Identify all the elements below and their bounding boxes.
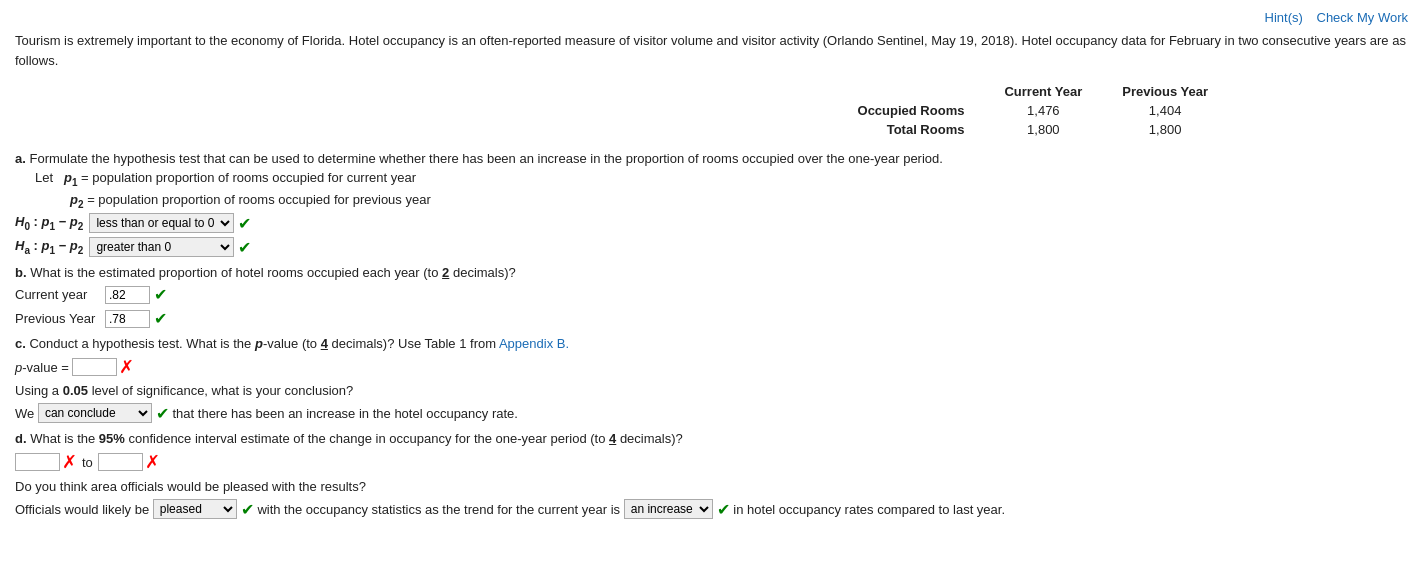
hotel-data-table: Current Year Previous Year Occupied Room… <box>838 82 1228 139</box>
part-c-label: c. <box>15 336 26 351</box>
previous-year-header: Previous Year <box>1102 82 1228 101</box>
h0-math: H0 : p1 − p2 <box>15 214 83 232</box>
part-d-text: What is the 95% confidence interval esti… <box>30 431 683 446</box>
ha-check-icon: ✔ <box>238 238 251 257</box>
pvalue-row: p-value = ✗ <box>15 356 1408 378</box>
pvalue-label: p-value = <box>15 360 72 375</box>
officials-dropdown[interactable]: pleased displeased <box>153 499 237 519</box>
part-b-text: What is the estimated proportion of hote… <box>30 265 516 280</box>
occupied-current: 1,476 <box>984 101 1102 120</box>
intro-paragraph: Tourism is extremely important to the ec… <box>15 31 1408 70</box>
current-year-check-icon: ✔ <box>154 285 167 304</box>
part-a-section: a. Formulate the hypothesis test that ca… <box>15 151 1408 257</box>
part-a-text: Formulate the hypothesis test that can b… <box>29 151 942 166</box>
current-year-header: Current Year <box>984 82 1102 101</box>
ha-dropdown[interactable]: greater than 0 less than 0 equal to 0 le… <box>89 237 234 257</box>
conclusion-text: that there has been an increase in the h… <box>169 406 518 421</box>
officials-text1: with the occupancy statistics as the tre… <box>254 502 624 517</box>
appendix-link[interactable]: Appendix B. <box>499 336 569 351</box>
total-current: 1,800 <box>984 120 1102 139</box>
ci-row: ✗ to ✗ <box>15 451 1408 473</box>
current-year-proportion-label: Current year <box>15 287 105 302</box>
officials-row: Officials would likely be pleased disple… <box>15 499 1408 519</box>
pvalue-input[interactable] <box>72 358 117 376</box>
top-nav: Hint(s) Check My Work <box>15 10 1408 25</box>
ci-upper-cross-icon: ✗ <box>145 451 160 473</box>
empty-header <box>838 82 985 101</box>
current-year-input[interactable] <box>105 286 150 304</box>
previous-year-proportion-label: Previous Year <box>15 311 105 326</box>
previous-year-input[interactable] <box>105 310 150 328</box>
current-year-proportion-row: Current year ✔ <box>15 285 1408 304</box>
officials-check-icon: ✔ <box>241 500 254 519</box>
part-c-section: c. Conduct a hypothesis test. What is th… <box>15 336 1408 423</box>
part-b-label: b. <box>15 265 27 280</box>
total-rooms-label: Total Rooms <box>838 120 985 139</box>
p2-def: p2 = population proportion of rooms occu… <box>70 192 431 207</box>
ci-to-label: to <box>82 455 93 470</box>
part-d-section: d. What is the 95% confidence interval e… <box>15 431 1408 519</box>
trend-check-icon: ✔ <box>717 500 730 519</box>
part-d-question: d. What is the 95% confidence interval e… <box>15 431 1408 446</box>
conclusion-check-icon: ✔ <box>156 404 169 423</box>
officials-prefix: Officials would likely be <box>15 502 153 517</box>
part-b-section: b. What is the estimated proportion of h… <box>15 265 1408 328</box>
conclusion-dropdown[interactable]: can conclude cannot conclude <box>38 403 152 423</box>
officials-text2: in hotel occupancy rates compared to las… <box>730 502 1005 517</box>
trend-dropdown[interactable]: an increase a decrease unchanged <box>624 499 713 519</box>
official-question: Do you think area officials would be ple… <box>15 479 1408 494</box>
ha-line: Ha : p1 − p2 greater than 0 less than 0 … <box>15 237 1408 257</box>
part-c-question: c. Conduct a hypothesis test. What is th… <box>15 336 1408 351</box>
h0-check-icon: ✔ <box>238 214 251 233</box>
ha-math: Ha : p1 − p2 <box>15 238 83 256</box>
ci-upper-input[interactable] <box>98 453 143 471</box>
occupied-rooms-label: Occupied Rooms <box>838 101 985 120</box>
part-a-label: a. <box>15 151 26 166</box>
intro-text: Tourism is extremely important to the ec… <box>15 33 1406 68</box>
let-label: Let p1 = population proportion of rooms … <box>35 170 416 185</box>
pvalue-cross-icon: ✗ <box>119 356 134 378</box>
part-c-text: Conduct a hypothesis test. What is the p… <box>29 336 569 351</box>
ci-lower-input[interactable] <box>15 453 60 471</box>
occupied-previous: 1,404 <box>1102 101 1228 120</box>
part-a-question: a. Formulate the hypothesis test that ca… <box>15 151 1408 166</box>
h0-line: H0 : p1 − p2 less than or equal to 0 gre… <box>15 213 1408 233</box>
check-work-link[interactable]: Check My Work <box>1317 10 1409 25</box>
h0-dropdown[interactable]: less than or equal to 0 greater than 0 e… <box>89 213 234 233</box>
ci-lower-cross-icon: ✗ <box>62 451 77 473</box>
significance-text: Using a 0.05 level of significance, what… <box>15 383 1408 398</box>
part-d-label: d. <box>15 431 27 446</box>
we-label: We <box>15 406 38 421</box>
let-p1-line: Let p1 = population proportion of rooms … <box>35 170 1408 188</box>
let-p2-line: p2 = population proportion of rooms occu… <box>70 192 1408 210</box>
table-row: Total Rooms 1,800 1,800 <box>838 120 1228 139</box>
previous-year-check-icon: ✔ <box>154 309 167 328</box>
part-b-question: b. What is the estimated proportion of h… <box>15 265 1408 280</box>
previous-year-proportion-row: Previous Year ✔ <box>15 309 1408 328</box>
data-table-container: Current Year Previous Year Occupied Room… <box>15 82 1408 139</box>
table-row: Occupied Rooms 1,476 1,404 <box>838 101 1228 120</box>
total-previous: 1,800 <box>1102 120 1228 139</box>
hints-link[interactable]: Hint(s) <box>1265 10 1303 25</box>
conclusion-row: We can conclude cannot conclude ✔ that t… <box>15 403 1408 423</box>
